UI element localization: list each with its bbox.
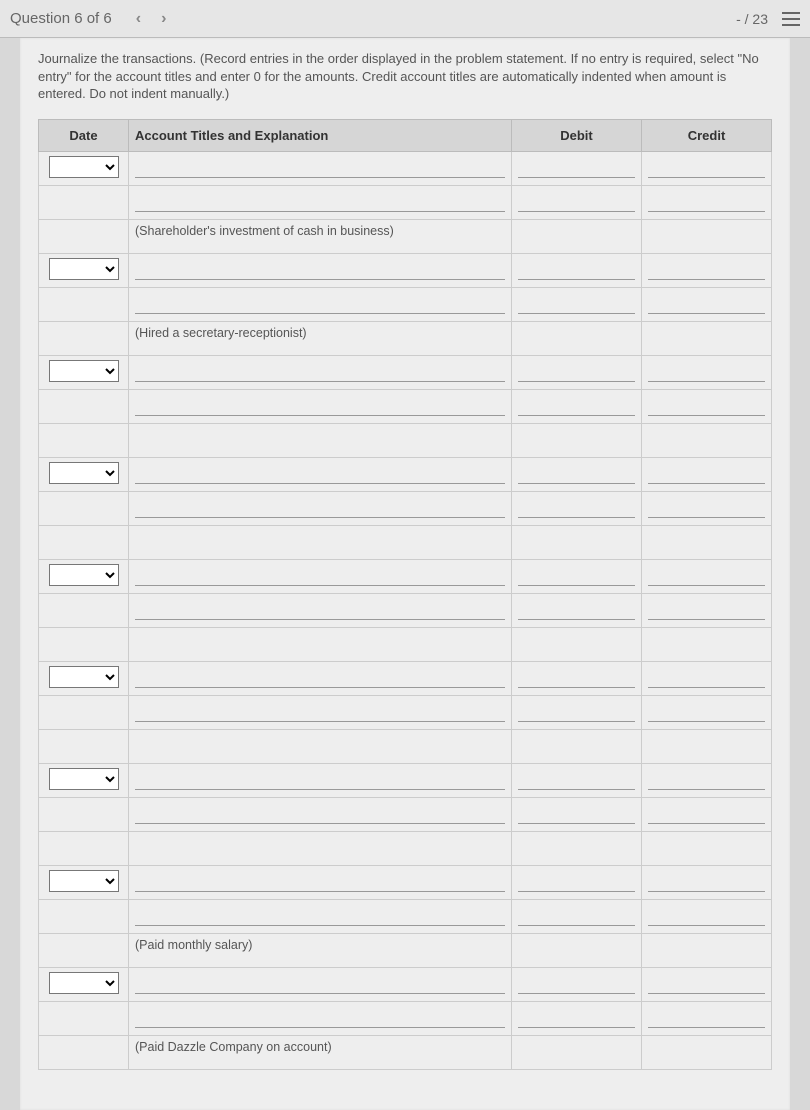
score-display: - / 23: [736, 11, 768, 27]
instructions-lead: Journalize the transactions.: [38, 51, 200, 66]
account-input[interactable]: [135, 258, 505, 280]
debit-input[interactable]: [518, 394, 635, 416]
date-select[interactable]: [49, 972, 119, 994]
debit-input[interactable]: [518, 462, 635, 484]
account-input[interactable]: [135, 870, 505, 892]
debit-input[interactable]: [518, 1006, 635, 1028]
account-input[interactable]: [135, 360, 505, 382]
debit-input[interactable]: [518, 768, 635, 790]
debit-input[interactable]: [518, 972, 635, 994]
date-select[interactable]: [49, 666, 119, 688]
debit-input[interactable]: [518, 496, 635, 518]
col-date: Date: [39, 119, 129, 151]
account-input[interactable]: [135, 190, 505, 212]
col-credit: Credit: [642, 119, 772, 151]
debit-input[interactable]: [518, 598, 635, 620]
debit-input[interactable]: [518, 564, 635, 586]
col-debit: Debit: [512, 119, 642, 151]
credit-input[interactable]: [648, 394, 765, 416]
credit-input[interactable]: [648, 870, 765, 892]
debit-input[interactable]: [518, 904, 635, 926]
account-input[interactable]: [135, 462, 505, 484]
account-input[interactable]: [135, 292, 505, 314]
debit-input[interactable]: [518, 292, 635, 314]
next-question-button[interactable]: ›: [151, 10, 176, 28]
topbar: Question 6 of 6 ‹ › - / 23: [0, 0, 810, 38]
credit-input[interactable]: [648, 190, 765, 212]
account-input[interactable]: [135, 496, 505, 518]
menu-icon[interactable]: [782, 12, 800, 26]
credit-input[interactable]: [648, 1006, 765, 1028]
credit-input[interactable]: [648, 360, 765, 382]
question-page: Journalize the transactions. (Record ent…: [20, 38, 790, 1110]
account-input[interactable]: [135, 802, 505, 824]
date-select[interactable]: [49, 258, 119, 280]
account-input[interactable]: [135, 972, 505, 994]
date-select[interactable]: [49, 462, 119, 484]
credit-input[interactable]: [648, 768, 765, 790]
debit-input[interactable]: [518, 156, 635, 178]
account-input[interactable]: [135, 904, 505, 926]
debit-input[interactable]: [518, 802, 635, 824]
col-account: Account Titles and Explanation: [129, 119, 512, 151]
credit-input[interactable]: [648, 972, 765, 994]
explanation-text: (Paid Dazzle Company on account): [129, 1035, 512, 1069]
explanation-text: (Paid monthly salary): [129, 933, 512, 967]
debit-input[interactable]: [518, 190, 635, 212]
account-input[interactable]: [135, 1006, 505, 1028]
question-label: Question 6 of 6: [10, 10, 112, 27]
account-input[interactable]: [135, 700, 505, 722]
date-select[interactable]: [49, 564, 119, 586]
prev-question-button[interactable]: ‹: [126, 10, 151, 28]
credit-input[interactable]: [648, 802, 765, 824]
debit-input[interactable]: [518, 700, 635, 722]
credit-input[interactable]: [648, 700, 765, 722]
explanation-text: (Hired a secretary-receptionist): [129, 321, 512, 355]
account-input[interactable]: [135, 394, 505, 416]
account-input[interactable]: [135, 598, 505, 620]
credit-input[interactable]: [648, 156, 765, 178]
instructions: Journalize the transactions. (Record ent…: [38, 50, 772, 103]
journal-table: Date Account Titles and Explanation Debi…: [38, 119, 772, 1070]
debit-input[interactable]: [518, 360, 635, 382]
credit-input[interactable]: [648, 666, 765, 688]
account-input[interactable]: [135, 768, 505, 790]
credit-input[interactable]: [648, 258, 765, 280]
credit-input[interactable]: [648, 292, 765, 314]
explanation-text: (Shareholder's investment of cash in bus…: [129, 219, 512, 253]
credit-input[interactable]: [648, 462, 765, 484]
date-select[interactable]: [49, 156, 119, 178]
credit-input[interactable]: [648, 904, 765, 926]
account-input[interactable]: [135, 564, 505, 586]
account-input[interactable]: [135, 156, 505, 178]
date-select[interactable]: [49, 360, 119, 382]
credit-input[interactable]: [648, 496, 765, 518]
debit-input[interactable]: [518, 870, 635, 892]
debit-input[interactable]: [518, 258, 635, 280]
account-input[interactable]: [135, 666, 505, 688]
credit-input[interactable]: [648, 564, 765, 586]
date-select[interactable]: [49, 870, 119, 892]
debit-input[interactable]: [518, 666, 635, 688]
credit-input[interactable]: [648, 598, 765, 620]
date-select[interactable]: [49, 768, 119, 790]
